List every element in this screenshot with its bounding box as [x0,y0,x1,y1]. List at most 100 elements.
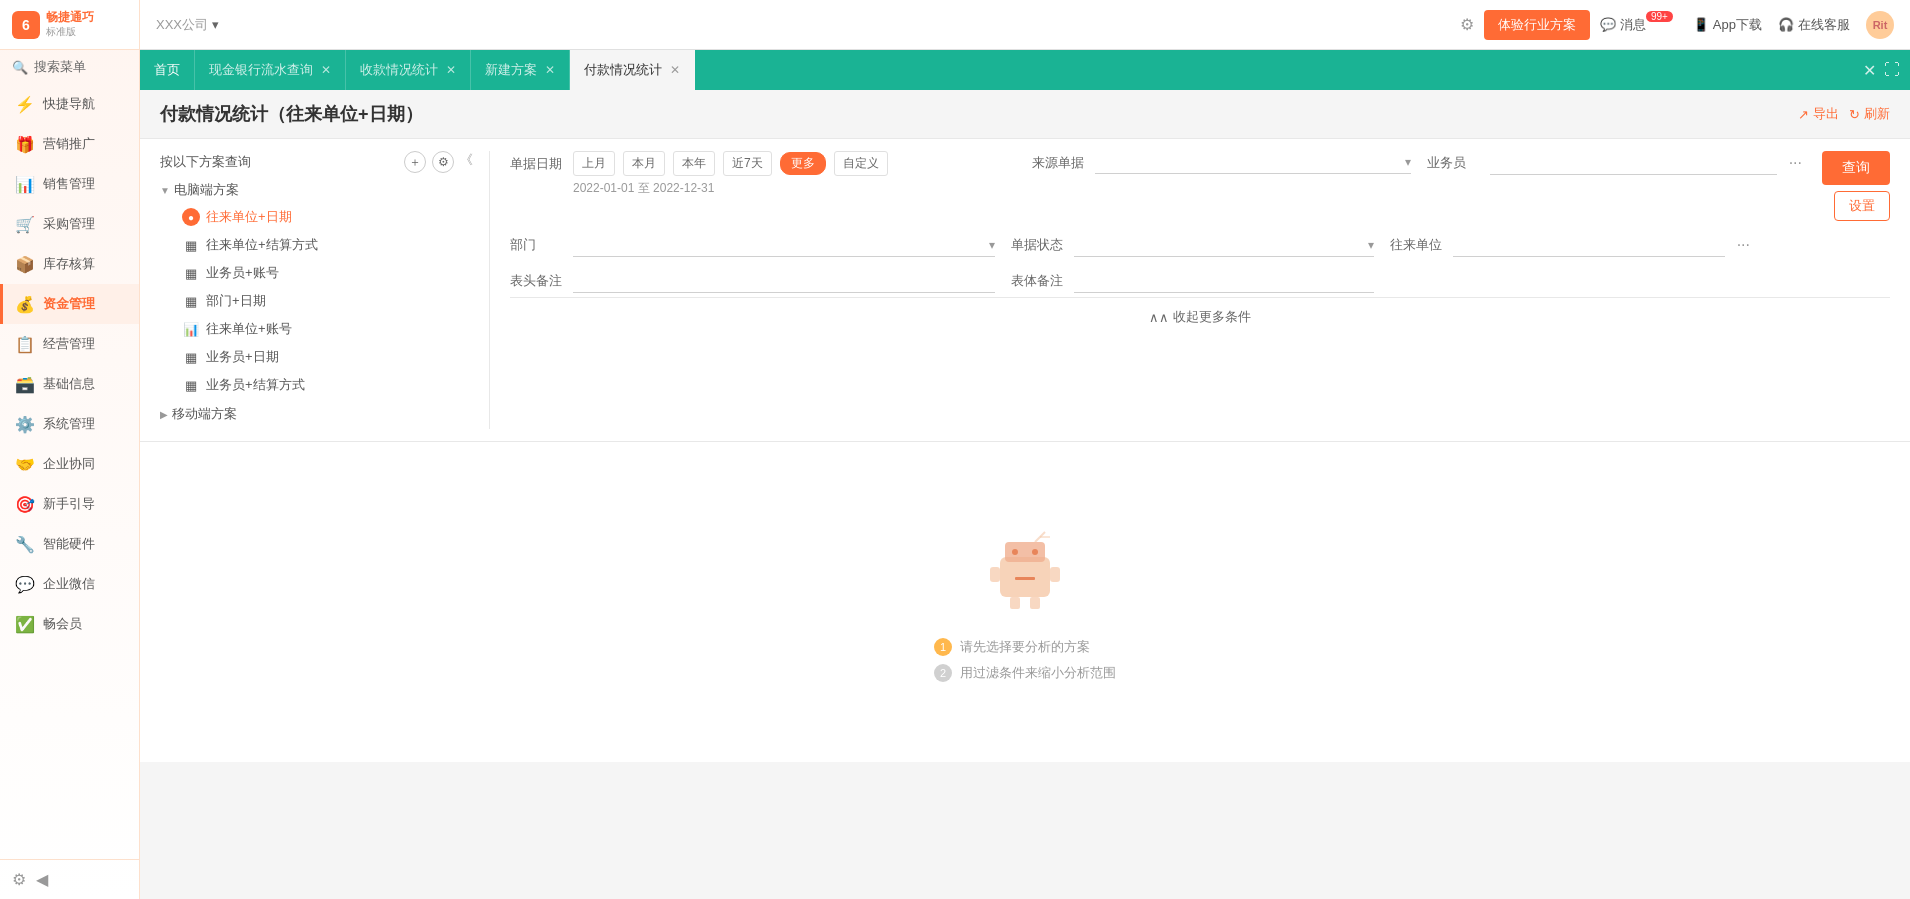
date-btn-last-month[interactable]: 上月 [573,151,615,176]
filter-settings-button[interactable]: 设置 [1834,191,1890,221]
date-btn-this-month[interactable]: 本月 [623,151,665,176]
sidebar-item-system[interactable]: ⚙️ 系统管理 [0,404,139,444]
empty-tip-2: 2 用过滤条件来缩小分析范围 [934,664,1116,682]
salesman-group: 业务员 ··· [1427,151,1806,175]
sidebar-item-quick-nav[interactable]: ⚡ 快捷导航 [0,84,139,124]
sidebar-item-purchase[interactable]: 🛒 采购管理 [0,204,139,244]
mobile-category-label: 移动端方案 [172,405,237,423]
empty-tip-1: 1 请先选择要分析的方案 [934,638,1116,656]
body-note-input[interactable] [1074,269,1375,293]
scheme-label: 按以下方案查询 [160,153,251,171]
tab-bank-flow-close[interactable]: ✕ [321,63,331,77]
date-btn-last-7[interactable]: 近7天 [723,151,772,176]
scheme-item-counterpart-settle[interactable]: ▦ 往来单位+结算方式 [176,231,473,259]
search-menu[interactable]: 🔍 搜索菜单 [0,50,139,84]
date-btn-this-year[interactable]: 本年 [673,151,715,176]
scheme-add-button[interactable]: ＋ [404,151,426,173]
top-header: XXX公司 ▾ ⚙ 体验行业方案 💬 消息 99+ 📱 App下载 🎧 在线客服… [140,0,1910,50]
gear-icon[interactable]: ⚙ [1460,15,1474,34]
basic-info-label: 基础信息 [43,375,95,393]
page-title: 付款情况统计（往来单位+日期） [160,102,423,126]
breadcrumb: XXX公司 ▾ [156,16,1450,34]
desktop-category[interactable]: ▼ 电脑端方案 [160,181,473,199]
header-note-input[interactable] [573,269,995,293]
scheme-item-salesman-date[interactable]: ▦ 业务员+日期 [176,343,473,371]
sidebar-item-guide[interactable]: 🎯 新手引导 [0,484,139,524]
tab-fullscreen-icon[interactable]: ⛶ [1884,61,1900,79]
scheme-item-salesman-settle-label: 业务员+结算方式 [206,376,305,394]
tab-receipt-stats[interactable]: 收款情况统计 ✕ [346,50,471,90]
refresh-button[interactable]: ↻ 刷新 [1849,105,1890,123]
desktop-category-label: 电脑端方案 [174,181,239,199]
date-btn-more[interactable]: 更多 [780,152,826,175]
sidebar-item-basic-info[interactable]: 🗃️ 基础信息 [0,364,139,404]
tip-2-text: 用过滤条件来缩小分析范围 [960,664,1116,682]
marketing-icon: 🎁 [15,134,35,154]
salesman-dots-btn[interactable]: ··· [1785,154,1806,172]
source-bill-select[interactable]: ▾ [1095,151,1411,174]
dept-select[interactable]: ▾ [573,234,995,257]
page-content: 付款情况统计（往来单位+日期） ↗ 导出 ↻ 刷新 按以下方案查询 [140,90,1910,899]
avatar[interactable]: Rit [1866,11,1894,39]
tab-new-scheme-close[interactable]: ✕ [545,63,555,77]
scheme-item-active-icon: ● [182,208,200,226]
scheme-item-counterpart-date[interactable]: ● 往来单位+日期 [176,203,473,231]
tab-payment-stats-close[interactable]: ✕ [670,63,680,77]
dept-label: 部门 [510,236,565,254]
scheme-item-counterpart-account[interactable]: 📊 往来单位+账号 [176,315,473,343]
tab-new-scheme[interactable]: 新建方案 ✕ [471,50,570,90]
enterprise-icon: 🤝 [15,454,35,474]
salesman-input[interactable] [1490,151,1777,175]
sidebar-item-member[interactable]: ✅ 畅会员 [0,604,139,644]
app-download-action[interactable]: 📱 App下载 [1693,16,1762,34]
collapse-sidebar-icon[interactable]: ◀ [36,870,48,889]
dept-arrow: ▾ [989,238,995,252]
tab-payment-stats[interactable]: 付款情况统计 ✕ [570,50,695,90]
date-btn-custom[interactable]: 自定义 [834,151,888,176]
sidebar-item-operation[interactable]: 📋 经营管理 [0,324,139,364]
date-range-display: 2022-01-01 至 2022-12-31 [573,180,714,197]
scheme-collapse-button[interactable]: 《 [460,151,473,173]
mobile-category[interactable]: ▶ 移动端方案 [160,399,473,429]
message-action[interactable]: 💬 消息 99+ [1600,16,1677,34]
member-icon: ✅ [15,614,35,634]
trial-button[interactable]: 体验行业方案 [1484,10,1590,40]
scheme-icons: ＋ ⚙ 《 [404,151,473,173]
bill-status-select[interactable]: ▾ [1074,234,1375,257]
sidebar-item-marketing[interactable]: 🎁 营销推广 [0,124,139,164]
collapse-more-conditions[interactable]: ∧∧ 收起更多条件 [510,297,1890,336]
scheme-item-dept-date[interactable]: ▦ 部门+日期 [176,287,473,315]
counterpart-dots-btn[interactable]: ··· [1733,236,1754,254]
message-icon: 💬 [1600,17,1616,32]
online-support-action[interactable]: 🎧 在线客服 [1778,16,1850,34]
sidebar-item-fund[interactable]: 💰 资金管理 [0,284,139,324]
tab-close-all-icon[interactable]: ✕ [1863,61,1876,80]
sidebar-item-enterprise[interactable]: 🤝 企业协同 [0,444,139,484]
scheme-item-salesman-settle[interactable]: ▦ 业务员+结算方式 [176,371,473,399]
query-actions: 查询 设置 [1822,151,1890,221]
scheme-settings-button[interactable]: ⚙ [432,151,454,173]
sidebar-item-sales[interactable]: 📊 销售管理 [0,164,139,204]
svg-rect-4 [1015,577,1035,580]
sidebar-item-inventory[interactable]: 📦 库存核算 [0,244,139,284]
export-button[interactable]: ↗ 导出 [1798,105,1839,123]
settings-footer-icon[interactable]: ⚙ [12,870,26,889]
sidebar-item-hardware[interactable]: 🔧 智能硬件 [0,524,139,564]
bill-status-arrow: ▾ [1368,238,1374,252]
collapse-label: 收起更多条件 [1173,308,1251,326]
breadcrumb-arrow[interactable]: ▾ [212,17,219,32]
logo-icon: 6 [12,11,40,39]
scheme-item-salesman-account[interactable]: ▦ 业务员+账号 [176,259,473,287]
counterpart-input[interactable] [1453,233,1724,257]
sidebar-nav: ⚡ 快捷导航 🎁 营销推广 📊 销售管理 🛒 采购管理 📦 库存核算 💰 资金管… [0,84,139,859]
sidebar-item-wechat[interactable]: 💬 企业微信 [0,564,139,604]
page-actions: ↗ 导出 ↻ 刷新 [1798,105,1890,123]
operation-label: 经营管理 [43,335,95,353]
query-button[interactable]: 查询 [1822,151,1890,185]
tab-home[interactable]: 首页 [140,50,195,90]
tab-receipt-stats-close[interactable]: ✕ [446,63,456,77]
svg-rect-1 [1005,542,1045,562]
search-label: 搜索菜单 [34,58,86,76]
svg-rect-7 [1010,597,1020,609]
tab-bank-flow[interactable]: 现金银行流水查询 ✕ [195,50,346,90]
